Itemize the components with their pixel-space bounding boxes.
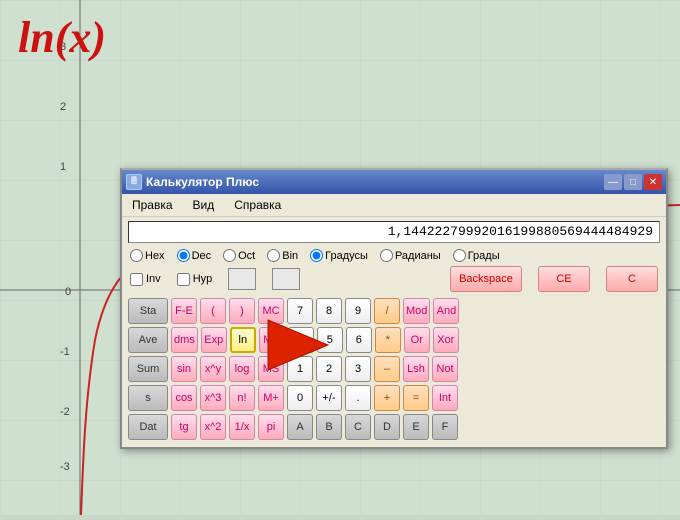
div-button[interactable]: / (374, 298, 400, 324)
btn-row-2: Ave dms Exp ln MR 4 5 6 * Or Xor (128, 327, 660, 353)
hexf-button[interactable]: F (432, 414, 458, 440)
hexd-button[interactable]: D (374, 414, 400, 440)
svg-text:-2: -2 (60, 406, 70, 418)
num1-button[interactable]: 1 (287, 356, 313, 382)
int-button[interactable]: Int (432, 385, 458, 411)
maximize-button[interactable]: □ (624, 174, 642, 190)
lparen-button[interactable]: ( (200, 298, 226, 324)
button-section: Sta F-E ( ) MC 7 8 9 / Mod And Ave dms E… (122, 294, 666, 447)
small-box-2 (272, 268, 300, 290)
hexc-button[interactable]: C (345, 414, 371, 440)
window-controls: — □ ✕ (604, 174, 662, 190)
xpowy-button[interactable]: x^y (200, 356, 226, 382)
num2-button[interactable]: 2 (316, 356, 342, 382)
mc-button[interactable]: MC (258, 298, 284, 324)
ave-button[interactable]: Ave (128, 327, 168, 353)
svg-text:0: 0 (65, 286, 71, 298)
dms-button[interactable]: dms (171, 327, 198, 353)
btn-row-3: Sum sin x^y log MS 1 2 3 – Lsh Not (128, 356, 660, 382)
svg-text:1: 1 (60, 161, 66, 173)
num9-button[interactable]: 9 (345, 298, 371, 324)
mr-button[interactable]: MR (259, 327, 285, 353)
menu-view[interactable]: Вид (187, 196, 221, 214)
c-button[interactable]: C (606, 266, 658, 292)
and-button[interactable]: And (433, 298, 459, 324)
xpow3-button[interactable]: x^3 (200, 385, 226, 411)
or-button[interactable]: Or (404, 327, 430, 353)
radio-degrees[interactable]: Градусы (310, 249, 368, 262)
radio-oct[interactable]: Oct (223, 249, 255, 262)
exp-button[interactable]: Exp (201, 327, 227, 353)
xpow2-button[interactable]: x^2 (200, 414, 226, 440)
sub-button[interactable]: – (374, 356, 400, 382)
window-title: Калькулятор Плюс (146, 175, 604, 189)
sta-button[interactable]: Sta (128, 298, 168, 324)
num0-button[interactable]: 0 (287, 385, 313, 411)
checkbox-inv[interactable]: Inv (130, 273, 161, 286)
hexb-button[interactable]: B (316, 414, 342, 440)
s-button[interactable]: s (128, 385, 168, 411)
dat-button[interactable]: Dat (128, 414, 168, 440)
dot-button[interactable]: . (345, 385, 371, 411)
radio-hex[interactable]: Hex (130, 249, 165, 262)
menu-bar: Правка Вид Справка (122, 194, 666, 217)
svg-text:2: 2 (60, 101, 66, 113)
xor-button[interactable]: Xor (433, 327, 459, 353)
add-button[interactable]: + (374, 385, 400, 411)
number-system-row: Hex Dec Oct Bin Градусы Радианы Грады (122, 247, 666, 264)
mul-button[interactable]: * (375, 327, 401, 353)
num6-button[interactable]: 6 (346, 327, 372, 353)
num7-button[interactable]: 7 (287, 298, 313, 324)
svg-text:-3: -3 (60, 461, 70, 473)
mod-button[interactable]: Mod (403, 298, 430, 324)
num8-button[interactable]: 8 (316, 298, 342, 324)
ln-button[interactable]: ln (230, 327, 256, 353)
num3-button[interactable]: 3 (345, 356, 371, 382)
radio-bin[interactable]: Bin (267, 249, 298, 262)
nfact-button[interactable]: n! (229, 385, 255, 411)
num5-button[interactable]: 5 (317, 327, 343, 353)
log-button[interactable]: log (229, 356, 255, 382)
sin-button[interactable]: sin (171, 356, 197, 382)
plusminus-button[interactable]: +/- (316, 385, 342, 411)
small-box-1 (228, 268, 256, 290)
hexa-button[interactable]: A (287, 414, 313, 440)
checkbox-hyp[interactable]: Hyp (177, 273, 213, 286)
graph-formula-title: ln(x) (18, 12, 106, 63)
rparen-button[interactable]: ) (229, 298, 255, 324)
title-bar: 🖩 Калькулятор Плюс — □ ✕ (122, 170, 666, 194)
check-row: Inv Hyp Backspace CE C (122, 264, 666, 294)
calculator-display: 1,14422279992016199880569444484929 (128, 221, 660, 243)
calculator-window: 🖩 Калькулятор Плюс — □ ✕ Правка Вид Спра… (120, 168, 668, 449)
svg-text:-1: -1 (60, 346, 70, 358)
pi-button[interactable]: pi (258, 414, 284, 440)
num4-button[interactable]: 4 (288, 327, 314, 353)
menu-help[interactable]: Справка (228, 196, 287, 214)
fe-button[interactable]: F-E (171, 298, 197, 324)
mplus-button[interactable]: M+ (258, 385, 284, 411)
not-button[interactable]: Not (432, 356, 458, 382)
radio-grads[interactable]: Грады (453, 249, 500, 262)
cos-button[interactable]: cos (171, 385, 197, 411)
btn-row-1: Sta F-E ( ) MC 7 8 9 / Mod And (128, 298, 660, 324)
hexe-button[interactable]: E (403, 414, 429, 440)
equals-button[interactable]: = (403, 385, 429, 411)
sum-button[interactable]: Sum (128, 356, 168, 382)
recip-button[interactable]: 1/x (229, 414, 255, 440)
btn-row-5: Dat tg x^2 1/x pi A B C D E F (128, 414, 660, 440)
ms-button[interactable]: MS (258, 356, 284, 382)
radio-dec[interactable]: Dec (177, 249, 212, 262)
minimize-button[interactable]: — (604, 174, 622, 190)
ce-button[interactable]: CE (538, 266, 590, 292)
app-icon: 🖩 (126, 174, 142, 190)
close-button[interactable]: ✕ (644, 174, 662, 190)
btn-row-4: s cos x^3 n! M+ 0 +/- . + = Int (128, 385, 660, 411)
lsh-button[interactable]: Lsh (403, 356, 429, 382)
menu-edit[interactable]: Правка (126, 196, 179, 214)
tg-button[interactable]: tg (171, 414, 197, 440)
radio-radians[interactable]: Радианы (380, 249, 441, 262)
backspace-button[interactable]: Backspace (450, 266, 522, 292)
